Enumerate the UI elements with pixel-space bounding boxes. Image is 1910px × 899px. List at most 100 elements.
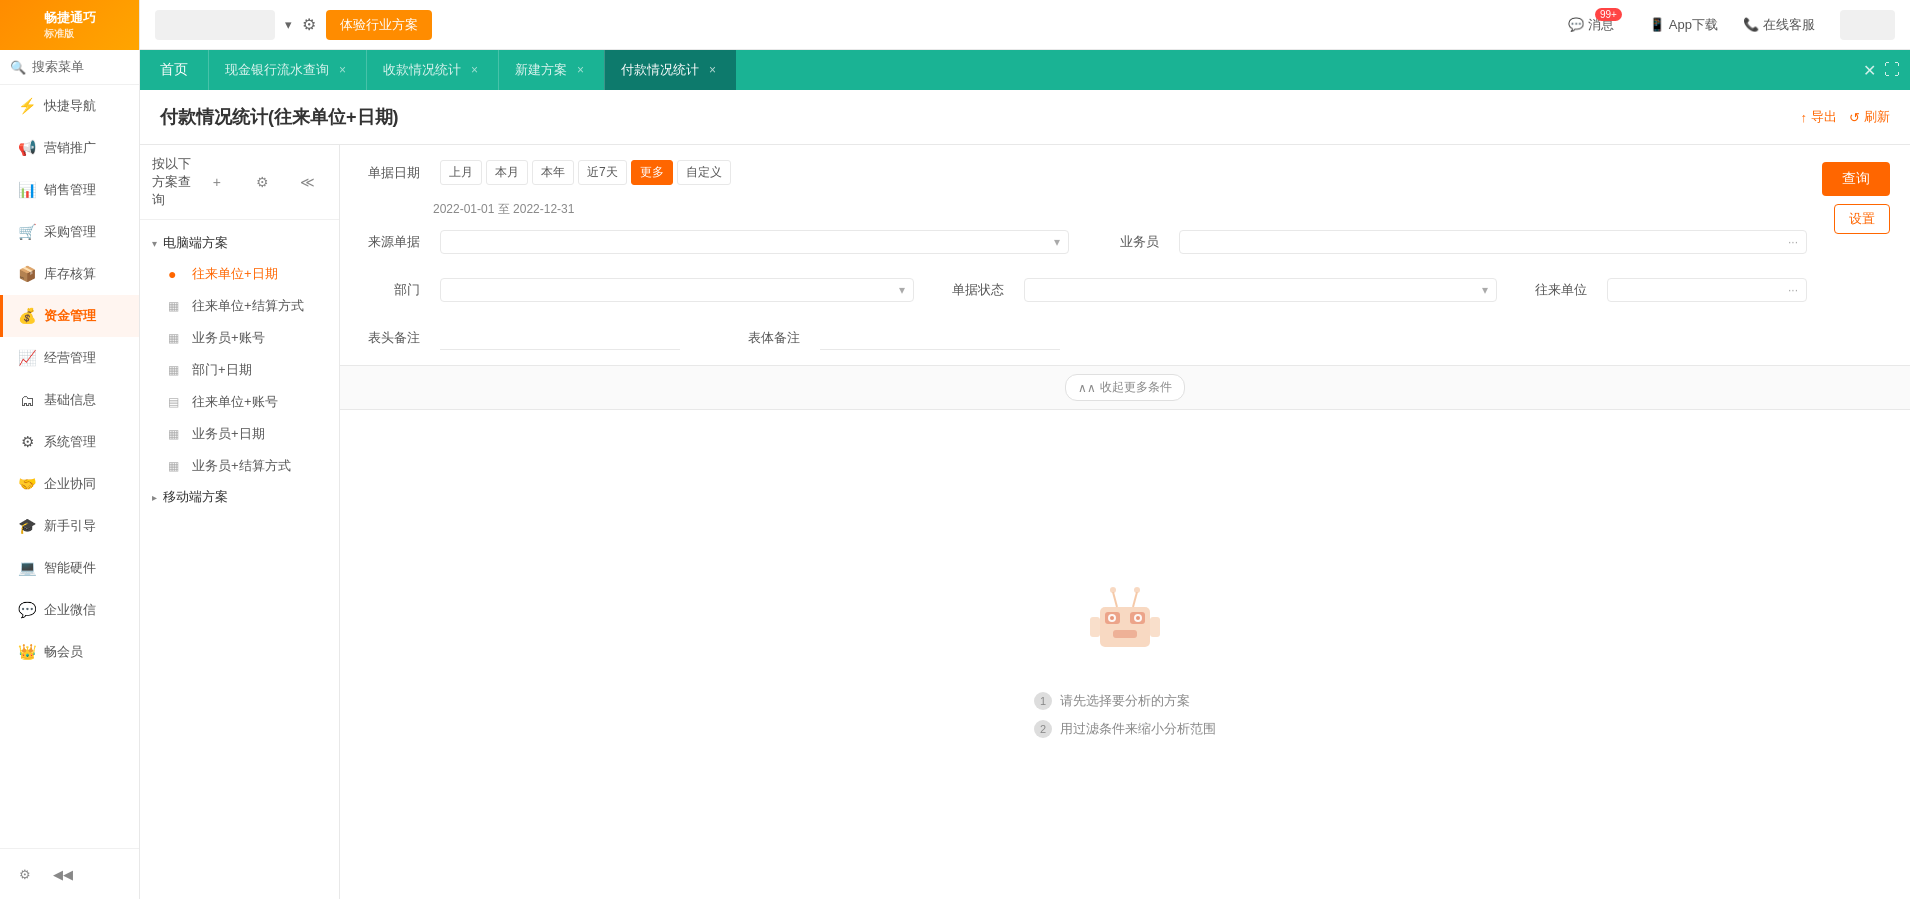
user-dropdown-chevron[interactable]: ▾ <box>285 17 292 32</box>
scheme-item-unit-date-label: 往来单位+日期 <box>192 265 278 283</box>
notification-button[interactable]: 💬 消息 99+ <box>1568 16 1614 34</box>
date-btn-last-7-days[interactable]: 近7天 <box>578 160 627 185</box>
collapse-scheme-panel-button[interactable]: ≪ <box>288 171 327 193</box>
scheme-item-staff-account[interactable]: ▦ 业务员+账号 <box>140 322 339 354</box>
sidebar-search[interactable]: 🔍 搜索菜单 <box>0 50 139 85</box>
tab-payment-stats-close[interactable]: × <box>705 61 720 79</box>
tab-payment-stats-label: 付款情况统计 <box>621 61 699 79</box>
enterprise-icon: 🤝 <box>18 475 36 493</box>
tab-payment-stats[interactable]: 付款情况统计 × <box>604 50 736 90</box>
tab-bank-flow-close[interactable]: × <box>335 61 350 79</box>
note-header-input[interactable] <box>440 326 680 350</box>
sidebar-item-wechat[interactable]: 💬 企业微信 <box>0 589 139 631</box>
scheme-item-staff-date[interactable]: ▦ 业务员+日期 <box>140 418 339 450</box>
partner-filter-label: 往来单位 <box>1517 281 1587 299</box>
sidebar-item-member[interactable]: 👑 畅会员 <box>0 631 139 673</box>
basic-info-icon: 🗂 <box>18 391 36 409</box>
tab-close-all-icon[interactable]: ✕ <box>1863 61 1876 80</box>
sidebar-item-marketing[interactable]: 📢 营销推广 <box>0 127 139 169</box>
tab-expand-icon[interactable]: ⛶ <box>1884 61 1900 79</box>
app-name: 畅捷通巧 <box>44 9 96 27</box>
tab-receipt-stats-close[interactable]: × <box>467 61 482 79</box>
user-info-area[interactable] <box>155 10 275 40</box>
scheme-item-unit-settle[interactable]: ▦ 往来单位+结算方式 <box>140 290 339 322</box>
sidebar-item-inventory[interactable]: 📦 库存核算 <box>0 253 139 295</box>
scheme-grid-icon3: ▦ <box>168 363 184 377</box>
staff-select[interactable]: ··· <box>1179 230 1808 254</box>
sidebar-item-label: 销售管理 <box>44 181 96 199</box>
tab-receipt-stats[interactable]: 收款情况统计 × <box>366 50 498 90</box>
date-btn-this-month[interactable]: 本月 <box>486 160 528 185</box>
settings-button[interactable]: ⚙ <box>10 859 40 889</box>
scheme-grid-icon2: ▦ <box>168 331 184 345</box>
partner-select[interactable]: ··· <box>1607 278 1807 302</box>
query-button[interactable]: 查询 <box>1822 162 1890 196</box>
settings-icon[interactable]: ⚙ <box>302 15 316 34</box>
filter-row-dept: 部门 ▾ 单据状态 ▾ 往来单位 <box>360 278 1807 302</box>
source-select[interactable]: ▾ <box>440 230 1069 254</box>
sidebar-item-label: 资金管理 <box>44 307 96 325</box>
sidebar-item-purchase[interactable]: 🛒 采购管理 <box>0 211 139 253</box>
scheme-item-dept-date[interactable]: ▦ 部门+日期 <box>140 354 339 386</box>
scheme-item-unit-account-label: 往来单位+账号 <box>192 393 278 411</box>
empty-state: 1 请先选择要分析的方案 2 用过滤条件来缩小分析范围 <box>340 410 1910 899</box>
sidebar-item-label: 智能硬件 <box>44 559 96 577</box>
empty-tip-2-text: 用过滤条件来缩小分析范围 <box>1060 720 1216 738</box>
scheme-list: ▾ 电脑端方案 ● 往来单位+日期 ▦ 往来单位+结算方式 ▦ <box>140 220 339 899</box>
collapse-sidebar-button[interactable]: ◀◀ <box>48 859 78 889</box>
marketing-icon: 📢 <box>18 139 36 157</box>
sidebar-item-guide[interactable]: 🎓 新手引导 <box>0 505 139 547</box>
sidebar-item-quick-nav[interactable]: ⚡ 快捷导航 <box>0 85 139 127</box>
sidebar-nav: ⚡ 快捷导航 📢 营销推广 📊 销售管理 🛒 采购管理 📦 库存核算 💰 资金管… <box>0 85 139 848</box>
scheme-group-desktop-title[interactable]: ▾ 电脑端方案 <box>140 228 339 258</box>
empty-tip-2: 2 用过滤条件来缩小分析范围 <box>1034 720 1216 738</box>
source-filter-label: 来源单据 <box>360 233 420 251</box>
dept-filter-label: 部门 <box>360 281 420 299</box>
date-btn-this-year[interactable]: 本年 <box>532 160 574 185</box>
online-service-label: 在线客服 <box>1763 16 1815 34</box>
scheme-item-unit-date[interactable]: ● 往来单位+日期 <box>140 258 339 290</box>
tab-home[interactable]: 首页 <box>140 50 208 90</box>
sidebar-item-basic-info[interactable]: 🗂 基础信息 <box>0 379 139 421</box>
date-btn-last-month[interactable]: 上月 <box>440 160 482 185</box>
note-header-label: 表头备注 <box>360 329 420 347</box>
collapse-conditions-button[interactable]: ∧∧ 收起更多条件 <box>1065 374 1185 401</box>
date-btn-more[interactable]: 更多 <box>631 160 673 185</box>
export-button[interactable]: ↑ 导出 <box>1801 108 1838 126</box>
purchase-icon: 🛒 <box>18 223 36 241</box>
scheme-item-unit-account[interactable]: ▤ 往来单位+账号 <box>140 386 339 418</box>
add-scheme-button[interactable]: + <box>197 171 236 193</box>
note-body-input[interactable] <box>820 326 1060 350</box>
sidebar-item-hardware[interactable]: 💻 智能硬件 <box>0 547 139 589</box>
receipt-status-select[interactable]: ▾ <box>1024 278 1498 302</box>
tab-bank-flow[interactable]: 现金银行流水查询 × <box>208 50 366 90</box>
scheme-item-staff-settle[interactable]: ▦ 业务员+结算方式 <box>140 450 339 482</box>
source-chevron-down-icon: ▾ <box>1054 235 1060 249</box>
online-service-button[interactable]: 📞 在线客服 <box>1743 16 1815 34</box>
app-download-button[interactable]: 📱 App下载 <box>1649 16 1718 34</box>
sidebar-item-operation[interactable]: 📈 经营管理 <box>0 337 139 379</box>
filter-row-date: 单据日期 上月 本月 本年 近7天 更多 自定义 <box>360 160 1807 185</box>
dept-select[interactable]: ▾ <box>440 278 914 302</box>
refresh-button[interactable]: ↺ 刷新 <box>1849 108 1890 126</box>
svg-rect-4 <box>1090 617 1100 637</box>
experience-industry-button[interactable]: 体验行业方案 <box>326 10 432 40</box>
content-with-sidebar: 按以下方案查询 + ⚙ ≪ ▾ 电脑端方案 ● 往来单位+日期 <box>140 145 1910 899</box>
sidebar-item-sales[interactable]: 📊 销售管理 <box>0 169 139 211</box>
user-avatar[interactable] <box>1840 10 1895 40</box>
refresh-label: 刷新 <box>1864 108 1890 126</box>
sidebar-item-enterprise[interactable]: 🤝 企业协同 <box>0 463 139 505</box>
sidebar-item-label: 企业微信 <box>44 601 96 619</box>
sidebar-item-finance[interactable]: 💰 资金管理 <box>0 295 139 337</box>
page-title-actions: ↑ 导出 ↺ 刷新 <box>1801 108 1891 126</box>
tab-new-scheme-close[interactable]: × <box>573 61 588 79</box>
date-btn-custom[interactable]: 自定义 <box>677 160 731 185</box>
manage-scheme-button[interactable]: ⚙ <box>243 171 282 193</box>
scheme-group-mobile-title[interactable]: ▸ 移动端方案 <box>140 482 339 512</box>
set-button[interactable]: 设置 <box>1834 204 1890 234</box>
tab-new-scheme[interactable]: 新建方案 × <box>498 50 604 90</box>
scheme-panel: 按以下方案查询 + ⚙ ≪ ▾ 电脑端方案 ● 往来单位+日期 <box>140 145 340 899</box>
sidebar-item-system[interactable]: ⚙ 系统管理 <box>0 421 139 463</box>
scheme-item-staff-account-label: 业务员+账号 <box>192 329 265 347</box>
scheme-grid-icon5: ▦ <box>168 459 184 473</box>
